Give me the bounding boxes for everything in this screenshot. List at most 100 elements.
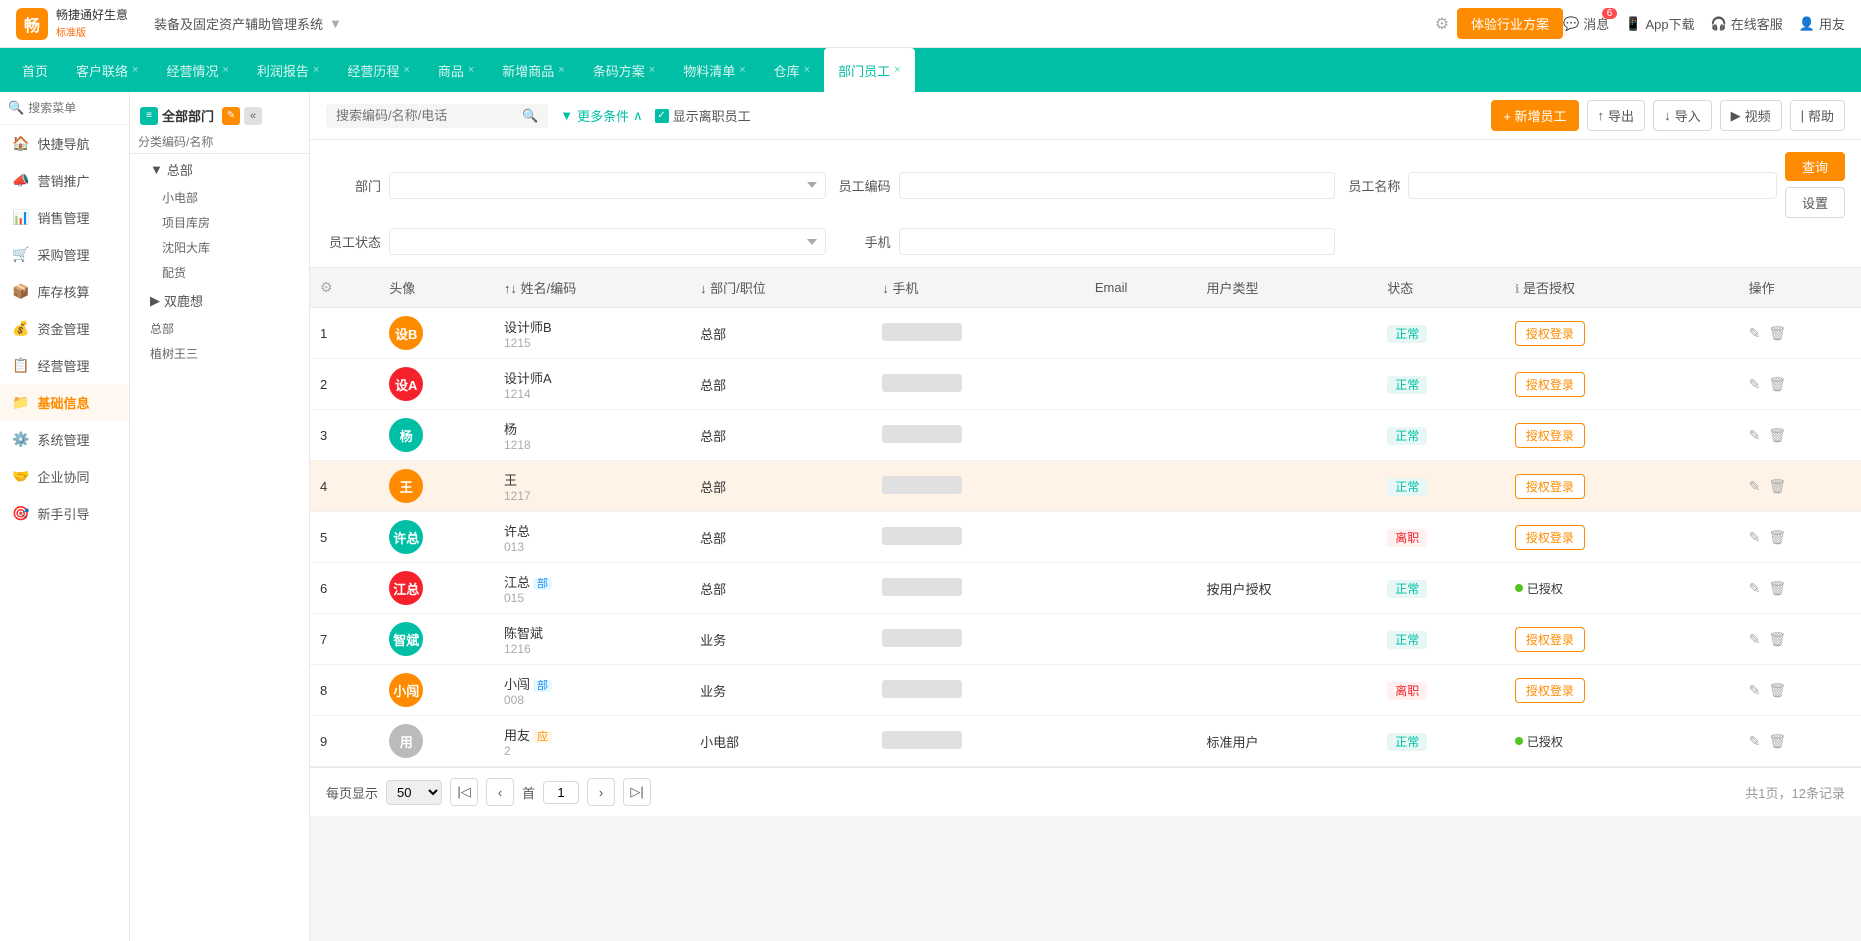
close-icon[interactable]: × xyxy=(804,64,810,76)
sidebar-item-basic[interactable]: 📁基础信息 xyxy=(0,384,129,421)
tab-goods[interactable]: 商品× xyxy=(424,48,488,92)
close-icon[interactable]: × xyxy=(894,64,900,76)
import-button[interactable]: ↓ 导入 xyxy=(1653,100,1712,131)
sidebar-item-purchase[interactable]: 🛒采购管理 xyxy=(0,236,129,273)
tab-barcode[interactable]: 条码方案× xyxy=(579,48,669,92)
tab-customer[interactable]: 客户联络× xyxy=(62,48,152,92)
edit-icon[interactable]: ✎ xyxy=(1749,325,1761,342)
dept-child-xiangmu[interactable]: 项目库房 xyxy=(130,210,309,235)
more-filter-btn[interactable]: ▼ 更多条件 ∧ xyxy=(560,106,642,125)
video-button[interactable]: ▶ 视频 xyxy=(1720,100,1782,131)
edit-icon[interactable]: ✎ xyxy=(1749,529,1761,546)
tab-history[interactable]: 经营历程× xyxy=(333,48,423,92)
dept-child-zhishu[interactable]: 植树王三 xyxy=(130,341,309,366)
dept-node-zongbu-parent[interactable]: ▼ 总部 xyxy=(130,154,309,185)
phone-input[interactable] xyxy=(899,228,1336,255)
close-icon[interactable]: × xyxy=(222,64,228,76)
edit-icon[interactable]: ✎ xyxy=(1749,427,1761,444)
col-dept[interactable]: ↓ 部门/职位 xyxy=(690,268,872,308)
edit-icon[interactable]: ✎ xyxy=(1749,631,1761,648)
prev-page-btn[interactable]: ‹ xyxy=(486,778,514,806)
first-page-btn[interactable]: |◁ xyxy=(450,778,478,806)
edit-icon[interactable]: ✎ xyxy=(1749,733,1761,750)
page-size-select[interactable]: 50 100 xyxy=(386,780,442,805)
sidebar-search-input[interactable] xyxy=(28,101,130,115)
show-resigned-toggle[interactable]: ✓ 显示离职员工 xyxy=(655,106,751,125)
dept-child-shenyang[interactable]: 沈阳大库 xyxy=(130,235,309,260)
next-page-btn[interactable]: › xyxy=(587,778,615,806)
sidebar-item-system[interactable]: ⚙️系统管理 xyxy=(0,421,129,458)
search-input[interactable] xyxy=(336,108,516,123)
edit-icon[interactable]: ✎ xyxy=(1749,580,1761,597)
tab-profit[interactable]: 利润报告× xyxy=(243,48,333,92)
sidebar-item-guide[interactable]: 🎯新手引导 xyxy=(0,495,129,532)
close-icon[interactable]: × xyxy=(649,64,655,76)
sidebar-item-finance[interactable]: 💰资金管理 xyxy=(0,310,129,347)
auth-btn[interactable]: 授权登录 xyxy=(1515,423,1585,448)
sidebar-item-sales[interactable]: 📊销售管理 xyxy=(0,199,129,236)
sidebar-item-home[interactable]: 🏠快捷导航 xyxy=(0,125,129,162)
close-icon[interactable]: × xyxy=(558,64,564,76)
close-icon[interactable]: × xyxy=(403,64,409,76)
close-icon[interactable]: × xyxy=(739,64,745,76)
col-phone[interactable]: ↓ 手机 xyxy=(872,268,1085,308)
settings-icon[interactable]: ⚙ xyxy=(1435,14,1449,34)
auth-btn[interactable]: 授权登录 xyxy=(1515,525,1585,550)
user-menu[interactable]: 👤 用友 xyxy=(1799,14,1845,33)
emp-code-input[interactable] xyxy=(899,172,1336,199)
sidebar-item-operation[interactable]: 📋经营管理 xyxy=(0,347,129,384)
reset-button[interactable]: 设置 xyxy=(1785,187,1845,218)
sidebar-item-marketing[interactable]: 📣营销推广 xyxy=(0,162,129,199)
close-icon[interactable]: × xyxy=(132,64,138,76)
delete-icon[interactable]: 🗑 xyxy=(1768,580,1786,597)
tab-new-goods[interactable]: 新增商品× xyxy=(488,48,578,92)
delete-icon[interactable]: 🗑 xyxy=(1768,733,1786,750)
edit-icon[interactable]: ✎ xyxy=(1749,478,1761,495)
dept-child-peihuo[interactable]: 配货 xyxy=(130,260,309,285)
dept-collapse-btn[interactable]: « xyxy=(244,107,262,125)
auth-btn[interactable]: 授权登录 xyxy=(1515,627,1585,652)
edit-icon[interactable]: ✎ xyxy=(1749,682,1761,699)
col-name[interactable]: ↑↓ 姓名/编码 xyxy=(494,268,690,308)
page-input[interactable] xyxy=(543,781,579,804)
auth-btn[interactable]: 授权登录 xyxy=(1515,678,1585,703)
dept-child-xiaodibu[interactable]: 小电部 xyxy=(130,185,309,210)
sidebar-item-stock[interactable]: 📦库存核算 xyxy=(0,273,129,310)
export-button[interactable]: ↑ 导出 xyxy=(1587,100,1646,131)
auth-btn[interactable]: 授权登录 xyxy=(1515,474,1585,499)
app-download-btn[interactable]: 📱 App下载 xyxy=(1625,14,1694,33)
last-page-btn[interactable]: ▷| xyxy=(623,778,651,806)
close-icon[interactable]: × xyxy=(468,64,474,76)
tab-department[interactable]: 部门员工× xyxy=(824,48,914,92)
dept-edit-icon[interactable]: ✎ xyxy=(222,107,240,125)
delete-icon[interactable]: 🗑 xyxy=(1768,478,1786,495)
delete-icon[interactable]: 🗑 xyxy=(1768,376,1786,393)
dept-filter-select[interactable] xyxy=(389,172,826,199)
close-icon[interactable]: × xyxy=(313,64,319,76)
search-submit-icon[interactable]: 🔍 xyxy=(522,108,538,124)
tab-warehouse[interactable]: 仓库× xyxy=(760,48,824,92)
tab-bom[interactable]: 物料清单× xyxy=(669,48,759,92)
dept-node-shuanglu[interactable]: ▶ 双鹿想 xyxy=(130,285,309,316)
delete-icon[interactable]: 🗑 xyxy=(1768,325,1786,342)
help-button[interactable]: | 帮助 xyxy=(1790,100,1845,131)
col-settings[interactable]: ⚙ xyxy=(310,268,379,308)
message-btn[interactable]: 💬 消息 6 xyxy=(1563,14,1609,33)
emp-name-input[interactable] xyxy=(1408,172,1777,199)
sidebar-item-collab[interactable]: 🤝企业协同 xyxy=(0,458,129,495)
delete-icon[interactable]: 🗑 xyxy=(1768,427,1786,444)
trial-button[interactable]: 体验行业方案 xyxy=(1457,8,1563,39)
tab-home[interactable]: 首页 xyxy=(8,48,62,92)
query-button[interactable]: 查询 xyxy=(1785,152,1845,181)
add-employee-button[interactable]: + 新增员工 xyxy=(1491,100,1578,131)
dept-child-zongbu[interactable]: 总部 xyxy=(130,316,309,341)
emp-status-select[interactable] xyxy=(389,228,826,255)
tab-operation[interactable]: 经营情况× xyxy=(152,48,242,92)
online-service-btn[interactable]: 🎧 在线客服 xyxy=(1711,14,1783,33)
auth-btn[interactable]: 授权登录 xyxy=(1515,372,1585,397)
auth-btn[interactable]: 授权登录 xyxy=(1515,321,1585,346)
delete-icon[interactable]: 🗑 xyxy=(1768,682,1786,699)
edit-icon[interactable]: ✎ xyxy=(1749,376,1761,393)
delete-icon[interactable]: 🗑 xyxy=(1768,631,1786,648)
dept-search-input[interactable] xyxy=(130,131,309,154)
